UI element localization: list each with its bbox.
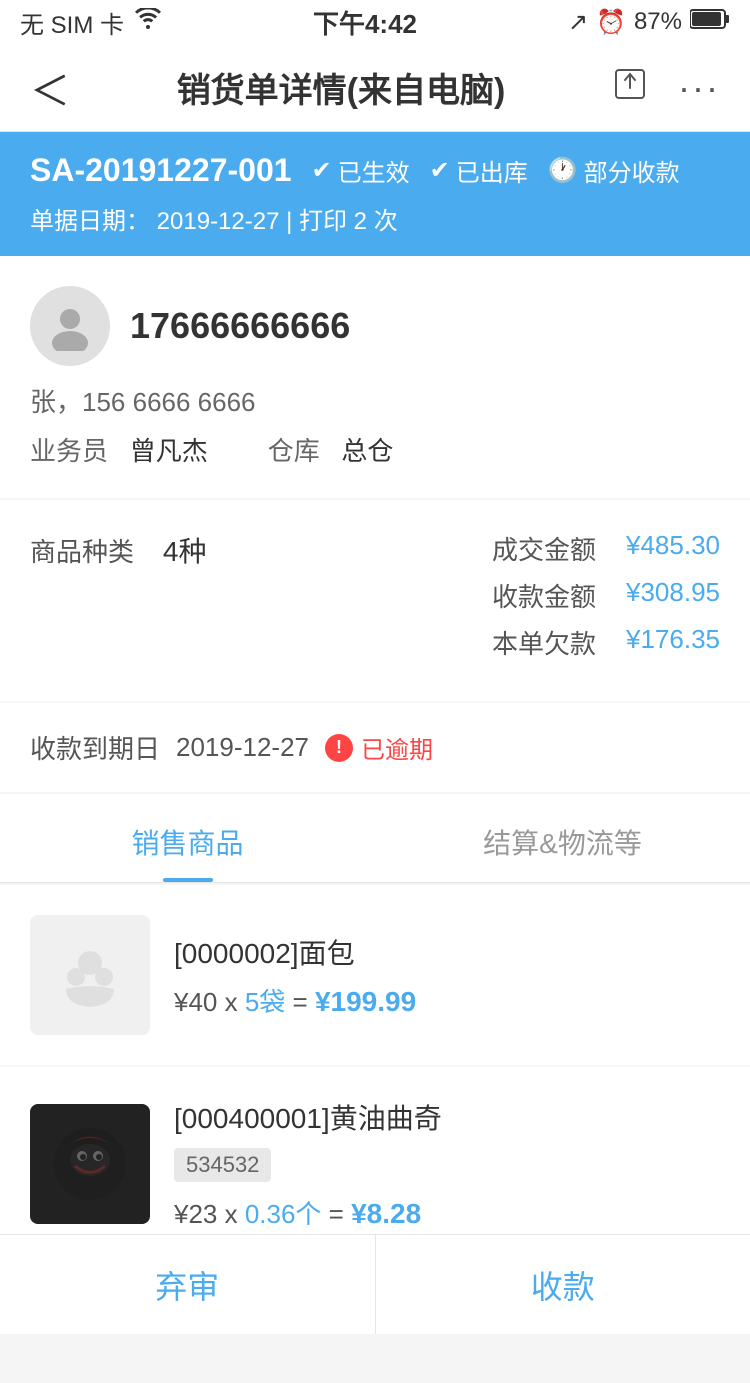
due-date-label: 收款到期日	[30, 729, 160, 766]
debt-value: ¥176.35	[626, 624, 720, 661]
product-price-2: ¥23 x 0.36个 = ¥8.28	[174, 1194, 720, 1231]
product-thumbnail-2	[30, 1104, 150, 1224]
product-info-2: [000400001]黄油曲奇 534532 ¥23 x 0.36个 = ¥8.…	[174, 1097, 720, 1231]
location-icon: ↗	[568, 8, 588, 37]
salesman-label: 业务员	[30, 436, 108, 466]
battery-text: 87%	[634, 8, 682, 36]
check-icon-1: ✔	[312, 156, 332, 185]
category-count: 4种	[163, 536, 207, 567]
tab-sales-products[interactable]: 销售商品	[0, 794, 375, 882]
product-info-1: [0000002]面包 ¥40 x 5袋 = ¥199.99	[174, 932, 720, 1019]
status-badge-3: 🕐 部分收款	[548, 153, 680, 188]
amount-label: 成交金额	[492, 530, 596, 567]
overdue-icon: !	[325, 734, 353, 762]
product-name-2: [000400001]黄油曲奇	[174, 1097, 720, 1137]
avatar	[30, 286, 110, 366]
status-right: ↗ ⏰ 87%	[568, 8, 730, 37]
wifi-icon	[134, 8, 162, 37]
customer-name-phone: 张，156 6666 6666	[30, 382, 720, 419]
cancel-review-button[interactable]: 弃审	[0, 1235, 376, 1334]
product-thumbnail-1	[30, 915, 150, 1035]
stats-left: 商品种类 4种	[30, 530, 207, 578]
list-item: [0000002]面包 ¥40 x 5袋 = ¥199.99	[0, 885, 750, 1065]
debt-label: 本单欠款	[492, 624, 596, 661]
warehouse-value: 总仓	[341, 436, 393, 466]
status-bar: 无 SIM 卡 下午4:42 ↗ ⏰ 87%	[0, 0, 750, 44]
status-left: 无 SIM 卡	[20, 5, 162, 40]
overdue-text: 已逾期	[361, 730, 433, 765]
export-button[interactable]	[612, 66, 648, 110]
received-value: ¥308.95	[626, 577, 720, 614]
received-label: 收款金额	[492, 577, 596, 614]
status-badge-2: ✔ 已出库	[430, 153, 528, 188]
alarm-icon: ⏰	[596, 8, 626, 37]
tab-settlement[interactable]: 结算&物流等	[375, 794, 750, 882]
customer-section: 17666666666 张，156 6666 6666 业务员 曾凡杰 仓库 总…	[0, 256, 750, 498]
product-list: [0000002]面包 ¥40 x 5袋 = ¥199.99 [00040000…	[0, 885, 750, 1261]
stats-section: 商品种类 4种 成交金额 ¥485.30 收款金额 ¥308.95 本单欠款 ¥…	[0, 500, 750, 701]
bottom-bar: 弃审 收款	[0, 1234, 750, 1334]
battery-icon	[690, 8, 730, 37]
order-id: SA-20191227-001	[30, 152, 292, 189]
warehouse-label: 仓库	[268, 436, 320, 466]
tabs-section: 销售商品 结算&物流等	[0, 794, 750, 883]
due-date-value: 2019-12-27	[176, 732, 309, 763]
category-label: 商品种类	[30, 537, 134, 567]
nav-bar: ＜ 销货单详情(来自电脑) ···	[0, 44, 750, 132]
customer-meta: 业务员 曾凡杰 仓库 总仓	[30, 431, 720, 468]
nav-icons: ···	[612, 66, 720, 110]
more-button[interactable]: ···	[678, 67, 720, 109]
check-icon-2: ✔	[430, 156, 450, 185]
due-section: 收款到期日 2019-12-27 ! 已逾期	[0, 703, 750, 792]
carrier-text: 无 SIM 卡	[20, 5, 124, 40]
customer-phone: 17666666666	[130, 305, 350, 347]
product-name-1: [0000002]面包	[174, 932, 720, 972]
overdue-badge: ! 已逾期	[325, 730, 433, 765]
page-title: 销货单详情(来自电脑)	[177, 63, 506, 112]
list-item: [000400001]黄油曲奇 534532 ¥23 x 0.36个 = ¥8.…	[0, 1067, 750, 1261]
stats-right: 成交金额 ¥485.30 收款金额 ¥308.95 本单欠款 ¥176.35	[492, 530, 720, 671]
order-header: SA-20191227-001 ✔ 已生效 ✔ 已出库 🕐 部分收款 单据日期：…	[0, 132, 750, 256]
clock-icon: 🕐	[548, 156, 578, 185]
order-date: 单据日期： 2019-12-27 | 打印 2 次	[30, 201, 720, 236]
status-badge-1: ✔ 已生效	[312, 153, 410, 188]
amount-value: ¥485.30	[626, 530, 720, 567]
product-price-1: ¥40 x 5袋 = ¥199.99	[174, 982, 720, 1019]
product-sku: 534532	[174, 1148, 271, 1182]
payment-button[interactable]: 收款	[376, 1235, 750, 1334]
status-time: 下午4:42	[313, 4, 417, 41]
back-button[interactable]: ＜	[30, 59, 70, 117]
salesman-value: 曾凡杰	[130, 436, 208, 466]
